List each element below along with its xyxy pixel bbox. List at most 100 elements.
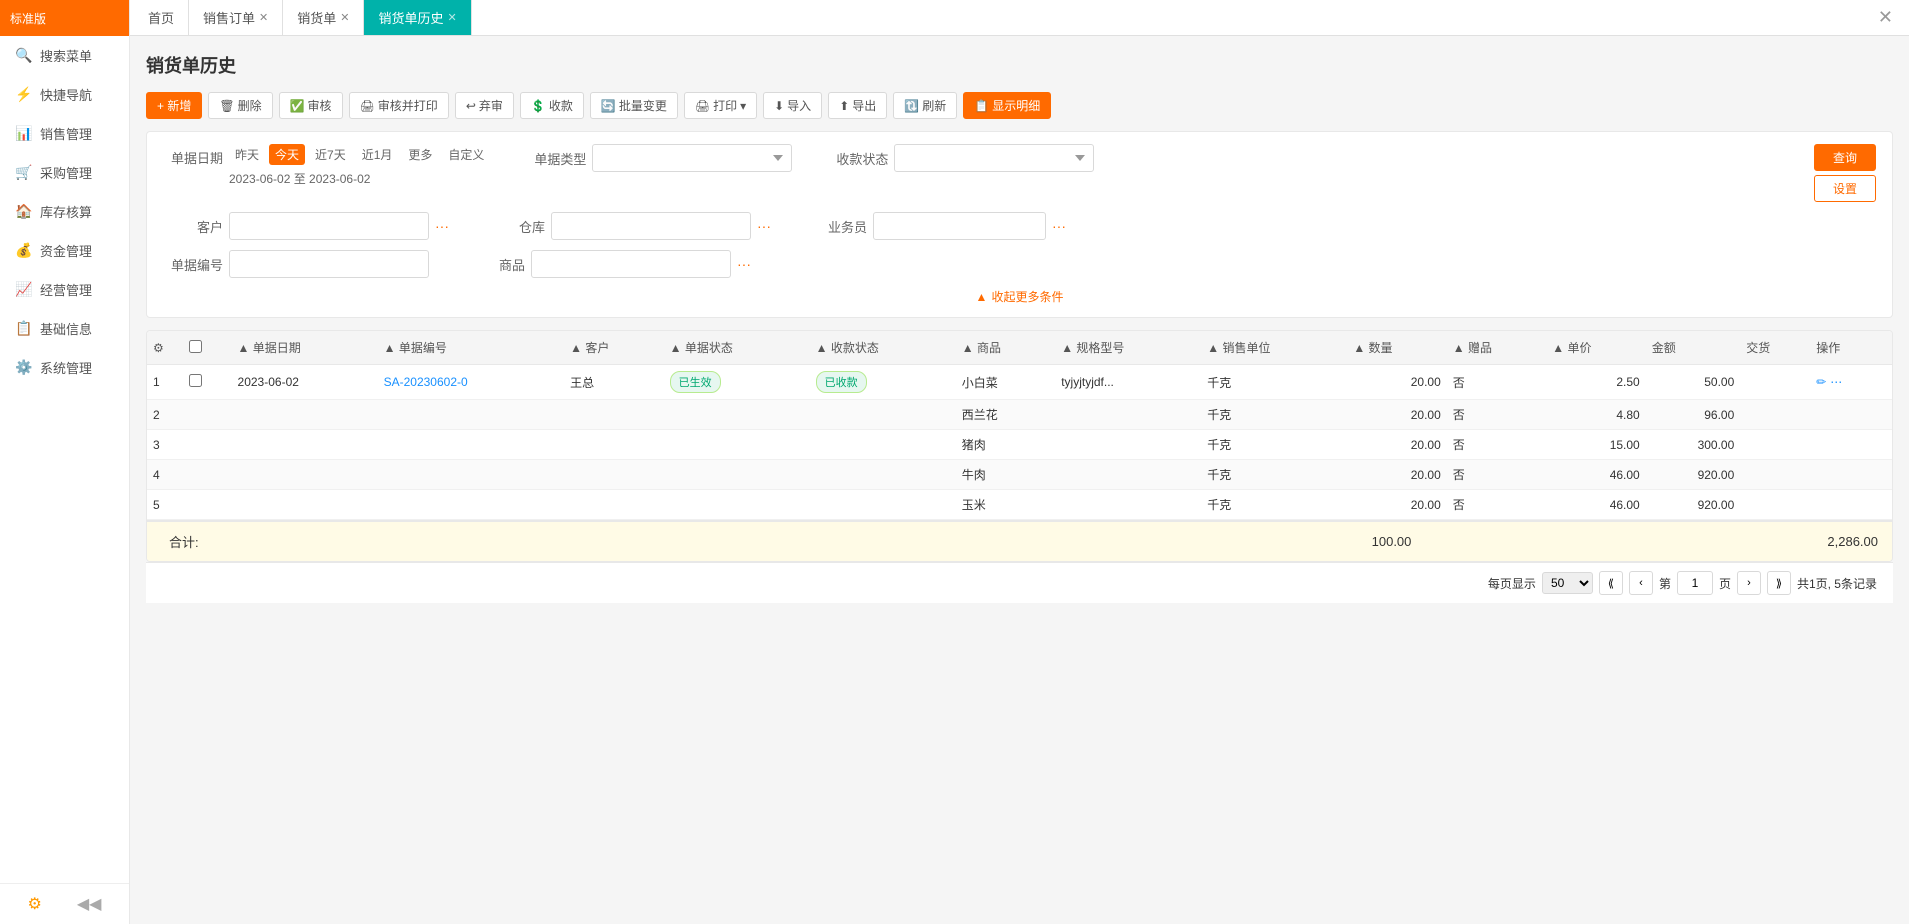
sidebar-item-inventory[interactable]: 🏠 库存核算	[0, 192, 129, 231]
tab-history-close[interactable]: ✕	[448, 11, 457, 24]
select-all-checkbox[interactable]	[189, 340, 202, 353]
more-action-icon[interactable]: ⋯	[1830, 375, 1842, 389]
audit-print-button[interactable]: 🖨 审核并打印	[349, 92, 449, 119]
tab-bar: 首页 销售订单 ✕ 销货单 ✕ 销货单历史 ✕ ✕	[130, 0, 1909, 36]
goods-input[interactable]	[531, 250, 731, 278]
col-gear[interactable]: ⚙	[147, 331, 183, 365]
show-detail-button[interactable]: 📋 显示明细	[963, 92, 1051, 119]
page-size-select[interactable]: 50 100	[1542, 572, 1593, 594]
sales-icon: 📊	[16, 126, 32, 142]
collapse-up-icon: ▲	[976, 290, 988, 304]
salesperson-input[interactable]	[873, 212, 1046, 240]
cell-gift: 否	[1447, 430, 1546, 460]
tab-delivery[interactable]: 销货单 ✕	[283, 0, 364, 35]
date-btn-yesterday[interactable]: 昨天	[229, 144, 265, 165]
baseinfo-icon: 📋	[16, 321, 32, 337]
row-checkbox[interactable]	[189, 374, 202, 387]
col-spec[interactable]: ▲ 规格型号	[1055, 331, 1201, 365]
print-icon: 🖨	[695, 99, 710, 113]
col-checkbox[interactable]	[183, 331, 232, 365]
tab-home[interactable]: 首页	[134, 0, 189, 35]
payment-status-select[interactable]	[894, 144, 1094, 172]
salesperson-select-icon[interactable]: ···	[1052, 218, 1066, 234]
delete-button[interactable]: 🗑 删除	[208, 92, 272, 119]
import-button[interactable]: ⬇ 导入	[763, 92, 822, 119]
date-btn-custom[interactable]: 自定义	[442, 144, 490, 165]
date-btn-7days[interactable]: 近7天	[309, 144, 352, 165]
date-btn-1month[interactable]: 近1月	[356, 144, 399, 165]
last-page-btn[interactable]: ⟫	[1767, 571, 1791, 595]
print-button[interactable]: 🖨 打印 ▾	[684, 92, 757, 119]
cell-doc-no[interactable]	[378, 400, 565, 430]
tab-close-all[interactable]: ✕	[1866, 7, 1905, 28]
sidebar-item-sales[interactable]: 📊 销售管理	[0, 114, 129, 153]
col-doc-status[interactable]: ▲ 单据状态	[664, 331, 810, 365]
sidebar-item-finance[interactable]: 💰 资金管理	[0, 231, 129, 270]
page-input[interactable]	[1677, 571, 1713, 595]
refresh-button[interactable]: 🔃 刷新	[893, 92, 957, 119]
cell-doc-no[interactable]	[378, 460, 565, 490]
abandon-button[interactable]: ↩ 弃审	[455, 92, 514, 119]
cell-checkbox[interactable]	[183, 460, 232, 490]
footer-total-qty: 100.00	[1364, 530, 1420, 553]
tab-sales-order-close[interactable]: ✕	[259, 11, 268, 24]
cell-checkbox[interactable]	[183, 365, 232, 400]
collect-button[interactable]: 💲 收款	[520, 92, 584, 119]
setting-button[interactable]: 设置	[1814, 175, 1876, 202]
date-btn-today[interactable]: 今天	[269, 144, 305, 165]
sidebar-item-baseinfo[interactable]: 📋 基础信息	[0, 309, 129, 348]
col-qty[interactable]: ▲ 数量	[1347, 331, 1446, 365]
col-goods[interactable]: ▲ 商品	[956, 331, 1055, 365]
audit-button[interactable]: ✅ 审核	[279, 92, 343, 119]
next-page-btn[interactable]: ›	[1737, 571, 1761, 595]
col-doc-date[interactable]: ▲ 单据日期	[232, 331, 378, 365]
batch-change-button[interactable]: 🔄 批量变更	[590, 92, 678, 119]
prev-page-btn[interactable]: ‹	[1629, 571, 1653, 595]
cell-checkbox[interactable]	[183, 430, 232, 460]
col-amount[interactable]: 金额	[1646, 331, 1741, 365]
sidebar-item-quicknav[interactable]: ⚡ 快捷导航	[0, 75, 129, 114]
footer-cells: 100.00 2,286.00	[215, 530, 1886, 553]
col-gift[interactable]: ▲ 赠品	[1447, 331, 1546, 365]
doc-no-link[interactable]: SA-20230602-0	[384, 375, 468, 389]
col-sales-unit[interactable]: ▲ 销售单位	[1201, 331, 1347, 365]
customer-input[interactable]	[229, 212, 429, 240]
cell-checkbox[interactable]	[183, 490, 232, 520]
warehouse-input[interactable]	[551, 212, 751, 240]
cell-doc-no[interactable]	[378, 430, 565, 460]
sidebar-settings-icon[interactable]: ⚙	[28, 894, 42, 914]
date-btn-more[interactable]: 更多	[402, 144, 438, 165]
new-button[interactable]: + 新增	[146, 92, 202, 119]
cell-goods: 西兰花	[956, 400, 1055, 430]
sidebar-collapse-icon[interactable]: ◀◀	[77, 894, 102, 914]
cell-checkbox[interactable]	[183, 400, 232, 430]
sidebar-item-sysadmin[interactable]: ⚙️ 系统管理	[0, 348, 129, 387]
warehouse-select-icon[interactable]: ···	[757, 218, 771, 234]
collapse-button[interactable]: ▲ 收起更多条件	[976, 288, 1064, 305]
cell-qty: 20.00	[1347, 460, 1446, 490]
tab-history[interactable]: 销货单历史 ✕	[364, 0, 471, 35]
first-page-btn[interactable]: ⟪	[1599, 571, 1623, 595]
goods-label: 商品	[465, 255, 525, 274]
doc-type-select[interactable]	[592, 144, 792, 172]
cell-doc-no[interactable]: SA-20230602-0	[378, 365, 565, 400]
doc-no-input[interactable]	[229, 250, 429, 278]
sidebar-item-search[interactable]: 🔍 搜索菜单	[0, 36, 129, 75]
sidebar-quicknav-label: 快捷导航	[40, 85, 92, 104]
customer-select-icon[interactable]: ···	[435, 218, 449, 234]
tab-delivery-close[interactable]: ✕	[340, 11, 349, 24]
export-button[interactable]: ⬆ 导出	[828, 92, 887, 119]
col-customer[interactable]: ▲ 客户	[564, 331, 663, 365]
col-payment-status[interactable]: ▲ 收款状态	[810, 331, 956, 365]
tab-sales-order[interactable]: 销售订单 ✕	[189, 0, 283, 35]
col-transaction[interactable]: 交货	[1740, 331, 1810, 365]
sidebar-item-operations[interactable]: 📈 经营管理	[0, 270, 129, 309]
filter-area: 单据日期 昨天 今天 近7天 近1月 更多 自定义 2023-06-02 至 2…	[146, 131, 1893, 318]
edit-action-icon[interactable]: ✏	[1816, 375, 1826, 389]
goods-select-icon[interactable]: ···	[737, 256, 751, 272]
col-doc-no[interactable]: ▲ 单据编号	[378, 331, 565, 365]
cell-doc-no[interactable]	[378, 490, 565, 520]
col-unit-price[interactable]: ▲ 单价	[1546, 331, 1645, 365]
sidebar-item-purchase[interactable]: 🛒 采购管理	[0, 153, 129, 192]
query-button[interactable]: 查询	[1814, 144, 1876, 171]
